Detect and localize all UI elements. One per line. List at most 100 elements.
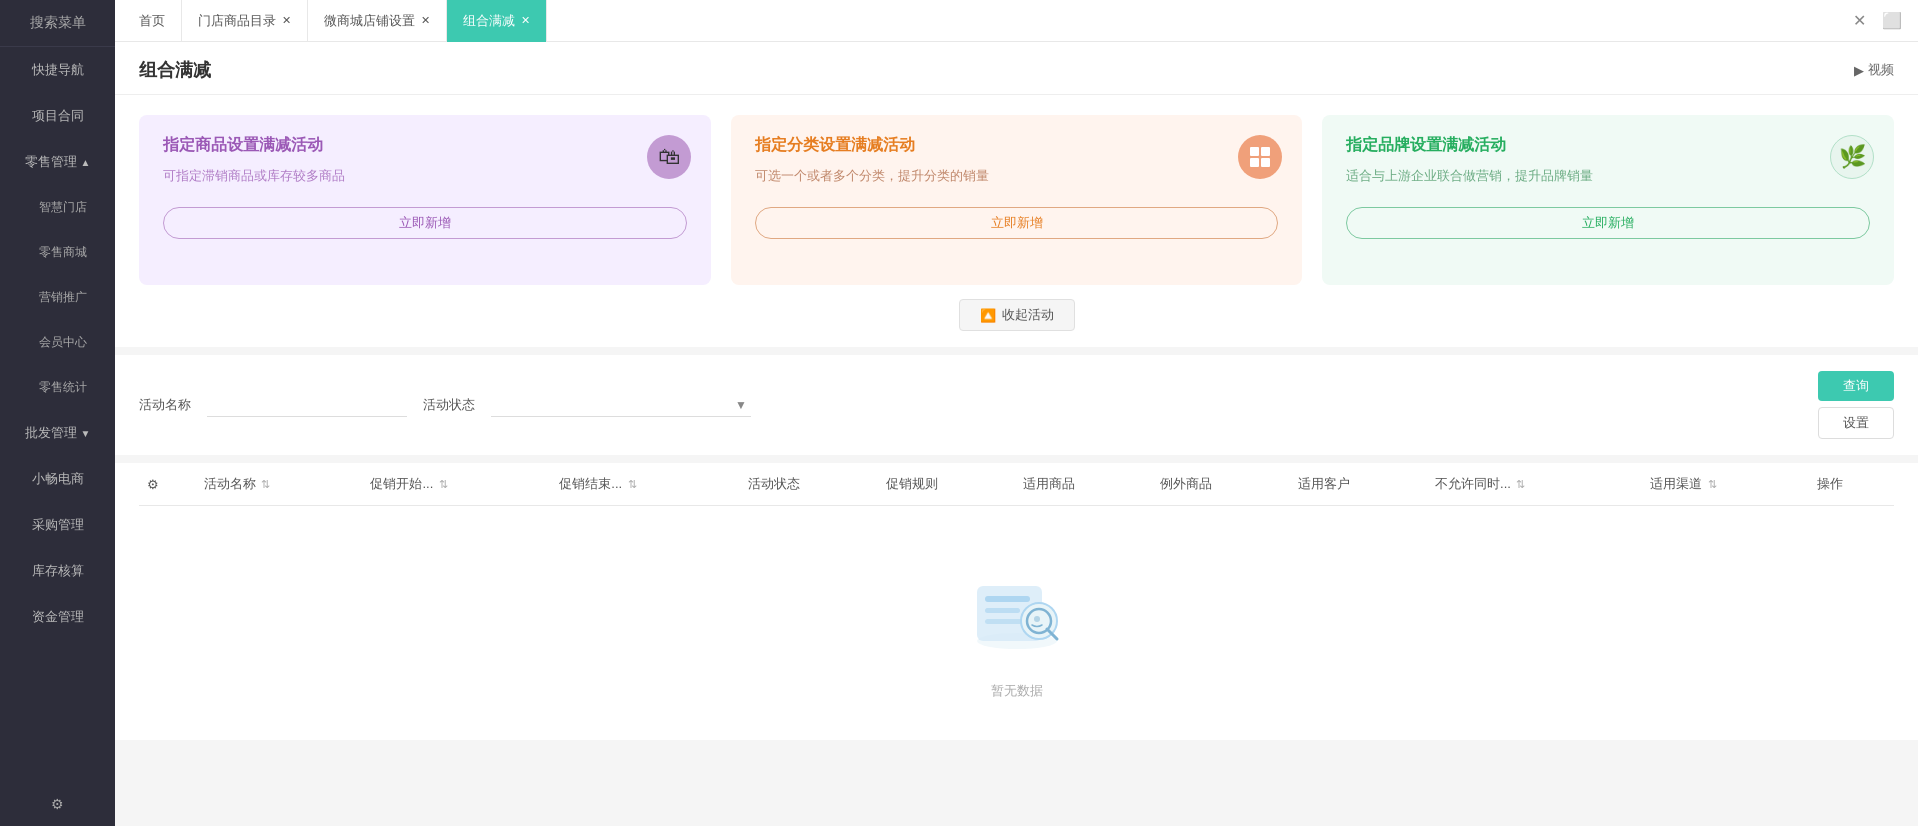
- col-action-label: 操作: [1817, 476, 1843, 491]
- tab-home[interactable]: 首页: [123, 0, 182, 42]
- chevron-up-icon: ▲: [81, 157, 91, 168]
- collapse-button[interactable]: 🔼 收起活动: [959, 299, 1075, 331]
- promo-card-brand-btn[interactable]: 立即新增: [1346, 207, 1870, 239]
- col-except-goods: 例外商品: [1152, 463, 1289, 506]
- promo-card-category: 指定分类设置满减活动 可选一个或者多个分类，提升分类的销量 立即新增: [731, 115, 1303, 285]
- maximize-window-button[interactable]: ⬜: [1878, 7, 1906, 34]
- sidebar-item-label: 快捷导航: [32, 61, 84, 79]
- svg-rect-0: [1250, 147, 1259, 156]
- sidebar-item-retail-mgmt[interactable]: 零售管理 ▲: [0, 139, 115, 185]
- promo-card-product-desc: 可指定滞销商品或库存较多商品: [163, 166, 687, 187]
- col-start[interactable]: 促销开始... ⇅: [362, 463, 551, 506]
- query-button[interactable]: 查询: [1818, 371, 1894, 401]
- col-end-label: 促销结束...: [559, 476, 622, 491]
- col-channel[interactable]: 适用渠道 ⇅: [1642, 463, 1809, 506]
- svg-point-12: [1034, 616, 1040, 622]
- page-header: 组合满减 ▶ 视频: [115, 42, 1918, 95]
- col-rule-label: 促销规则: [886, 476, 938, 491]
- filter-section: 活动名称 活动状态 ▼ 查询 设置: [115, 355, 1918, 455]
- col-goods: 适用商品: [1015, 463, 1152, 506]
- sidebar-item-label: 库存核算: [32, 562, 84, 580]
- tab-label: 门店商品目录: [198, 12, 276, 30]
- sidebar-item-xiaochangec[interactable]: 小畅电商: [0, 456, 115, 502]
- col-rule: 促销规则: [878, 463, 1015, 506]
- sidebar-item-retail-mall[interactable]: 零售商城: [0, 230, 115, 275]
- col-action: 操作: [1809, 463, 1894, 506]
- tab-label: 组合满减: [463, 12, 515, 30]
- close-icon[interactable]: ✕: [421, 14, 430, 27]
- empty-state: 暂无数据: [139, 506, 1894, 740]
- promo-card-brand: 🌿 指定品牌设置满减活动 适合与上游企业联合做营销，提升品牌销量 立即新增: [1322, 115, 1894, 285]
- gear-icon: ⚙: [51, 796, 64, 812]
- sidebar-item-member-center[interactable]: 会员中心: [0, 320, 115, 365]
- col-name-label: 活动名称: [204, 476, 256, 491]
- svg-rect-2: [1250, 158, 1259, 167]
- tab-store-catalog[interactable]: 门店商品目录 ✕: [182, 0, 308, 42]
- svg-rect-6: [985, 596, 1030, 602]
- chevron-down-icon: ▼: [81, 428, 91, 439]
- chevron-up-icon: 🔼: [980, 308, 996, 323]
- promo-card-category-btn[interactable]: 立即新增: [755, 207, 1279, 239]
- sidebar-item-inventory[interactable]: 库存核算: [0, 548, 115, 594]
- page-content: 组合满减 ▶ 视频 🛍 指定商品设置满减活动 可指定滞销商品或库存较多商品 立即…: [115, 42, 1918, 826]
- svg-rect-3: [1261, 158, 1270, 167]
- promo-cards-section: 🛍 指定商品设置满减活动 可指定滞销商品或库存较多商品 立即新增 指定分类设置满…: [115, 95, 1918, 285]
- promo-card-product-btn[interactable]: 立即新增: [163, 207, 687, 239]
- col-end[interactable]: 促销结束... ⇅: [551, 463, 740, 506]
- sidebar-item-retail-stats[interactable]: 零售统计: [0, 365, 115, 410]
- video-label: 视频: [1868, 61, 1894, 79]
- col-customer-label: 适用客户: [1298, 476, 1350, 491]
- sidebar-item-marketing[interactable]: 营销推广: [0, 275, 115, 320]
- sidebar: 搜索菜单 快捷导航 项目合同 零售管理 ▲ 智慧门店 零售商城 营销推广 会员中…: [0, 0, 115, 826]
- sidebar-item-project-contract[interactable]: 项目合同: [0, 93, 115, 139]
- sidebar-item-label: 零售商城: [39, 244, 87, 261]
- collapse-label: 收起活动: [1002, 306, 1054, 324]
- tab-wechat-store[interactable]: 微商城店铺设置 ✕: [308, 0, 447, 42]
- activity-status-label: 活动状态: [423, 396, 475, 414]
- promo-cards-row: 🛍 指定商品设置满减活动 可指定滞销商品或库存较多商品 立即新增 指定分类设置满…: [139, 115, 1894, 285]
- empty-icon: [957, 566, 1077, 666]
- svg-rect-8: [985, 619, 1025, 624]
- col-except-goods-label: 例外商品: [1160, 476, 1212, 491]
- activity-name-label: 活动名称: [139, 396, 191, 414]
- sort-icon: ⇅: [1708, 478, 1717, 490]
- tab-bar: 首页 门店商品目录 ✕ 微商城店铺设置 ✕ 组合满减 ✕ ✕ ⬜: [115, 0, 1918, 42]
- tab-combo-discount[interactable]: 组合满减 ✕: [447, 0, 547, 42]
- video-link[interactable]: ▶ 视频: [1854, 61, 1894, 79]
- col-goods-label: 适用商品: [1023, 476, 1075, 491]
- col-gear[interactable]: ⚙: [139, 463, 196, 506]
- activity-status-select-wrap: ▼: [491, 393, 751, 417]
- empty-text: 暂无数据: [991, 682, 1043, 700]
- sort-icon: ⇅: [628, 478, 637, 490]
- sidebar-item-purchase-mgmt[interactable]: 采购管理: [0, 502, 115, 548]
- settings-button[interactable]: ⚙: [0, 782, 115, 826]
- close-icon[interactable]: ✕: [521, 14, 530, 27]
- col-no-concurrent-label: 不允许同时...: [1435, 476, 1511, 491]
- svg-rect-1: [1261, 147, 1270, 156]
- sidebar-item-wholesale-mgmt[interactable]: 批发管理 ▼: [0, 410, 115, 456]
- gear-icon: ⚙: [147, 477, 159, 492]
- col-start-label: 促销开始...: [370, 476, 433, 491]
- activity-name-input[interactable]: [207, 393, 407, 417]
- sidebar-item-label: 零售统计: [39, 379, 87, 396]
- col-no-concurrent[interactable]: 不允许同时... ⇅: [1427, 463, 1642, 506]
- close-icon[interactable]: ✕: [282, 14, 291, 27]
- activity-status-select[interactable]: [491, 393, 751, 417]
- svg-rect-7: [985, 608, 1020, 613]
- sidebar-item-label: 小畅电商: [32, 470, 84, 488]
- sidebar-item-quick-nav[interactable]: 快捷导航: [0, 47, 115, 93]
- col-name[interactable]: 活动名称 ⇅: [196, 463, 363, 506]
- sidebar-item-label: 批发管理: [25, 424, 77, 442]
- tab-label: 微商城店铺设置: [324, 12, 415, 30]
- sidebar-item-finance[interactable]: 资金管理: [0, 594, 115, 640]
- close-window-button[interactable]: ✕: [1849, 7, 1870, 34]
- collapse-bar: 🔼 收起活动: [115, 285, 1918, 347]
- promo-card-category-desc: 可选一个或者多个分类，提升分类的销量: [755, 166, 1279, 187]
- sidebar-item-smart-store[interactable]: 智慧门店: [0, 185, 115, 230]
- setting-button[interactable]: 设置: [1818, 407, 1894, 439]
- col-channel-label: 适用渠道: [1650, 476, 1702, 491]
- sidebar-search[interactable]: 搜索菜单: [0, 0, 115, 47]
- sort-icon: ⇅: [439, 478, 448, 490]
- sidebar-item-label: 营销推广: [39, 289, 87, 306]
- main-area: 首页 门店商品目录 ✕ 微商城店铺设置 ✕ 组合满减 ✕ ✕ ⬜ 组合满减: [115, 0, 1918, 826]
